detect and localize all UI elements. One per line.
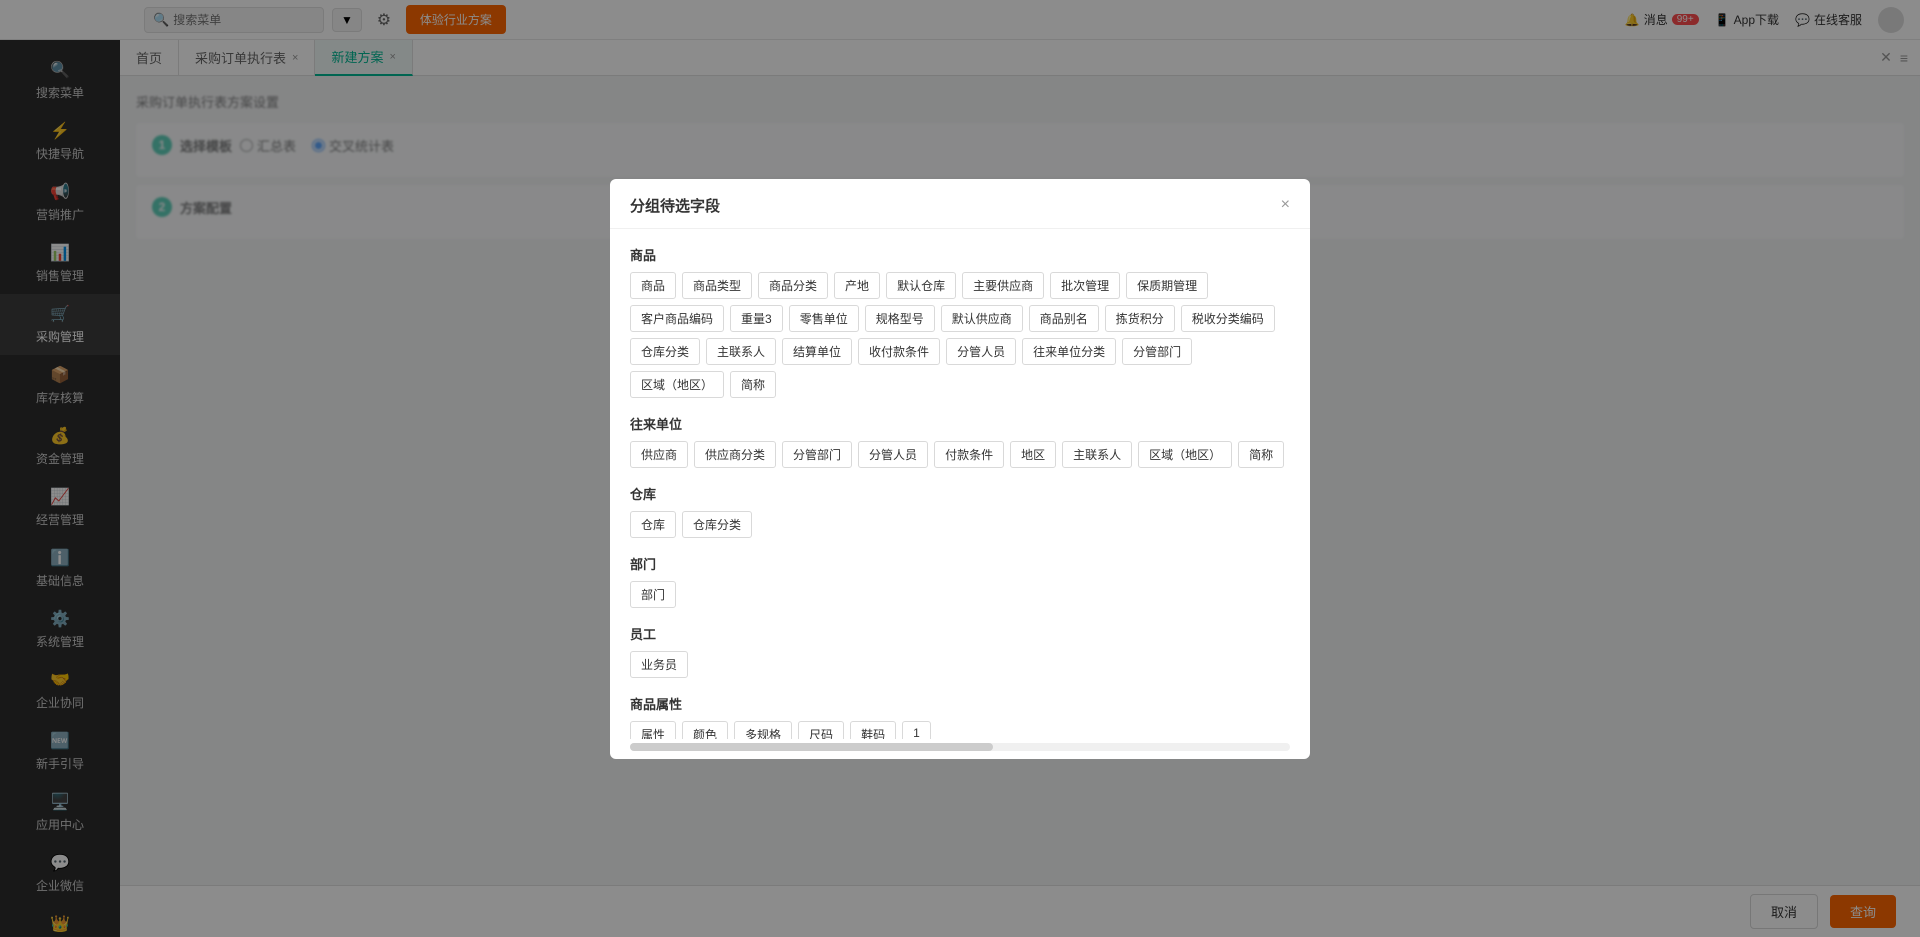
field-tag[interactable]: 仓库分类 [630, 338, 700, 365]
field-tag[interactable]: 供应商 [630, 441, 688, 468]
field-tag[interactable]: 主要供应商 [962, 272, 1044, 299]
field-tag[interactable]: 仓库分类 [682, 511, 752, 538]
field-tag[interactable]: 分管人员 [946, 338, 1016, 365]
field-tag[interactable]: 商品分类 [758, 272, 828, 299]
field-tags: 属性颜色多规格尺码鞋码 1 [630, 721, 1290, 739]
field-tag[interactable]: 业务员 [630, 651, 688, 678]
field-tag[interactable]: 主联系人 [706, 338, 776, 365]
field-tag[interactable]: 供应商分类 [694, 441, 776, 468]
field-group-title: 员工 [630, 624, 1290, 643]
field-tag[interactable]: 鞋码 [850, 721, 896, 739]
field-group-title: 部门 [630, 554, 1290, 573]
field-tag[interactable]: 付款条件 [934, 441, 1004, 468]
field-tag[interactable]: 拣货积分 [1105, 305, 1175, 332]
field-group-title: 商品 [630, 245, 1290, 264]
field-tag[interactable]: 仓库 [630, 511, 676, 538]
field-tag[interactable]: 零售单位 [789, 305, 859, 332]
modal-body: 商品商品商品类型商品分类产地默认仓库主要供应商批次管理保质期管理客户商品编码重量… [610, 229, 1310, 739]
field-tag[interactable]: 地区 [1010, 441, 1056, 468]
field-tag[interactable]: 部门 [630, 581, 676, 608]
field-tag[interactable]: 简称 [1238, 441, 1284, 468]
modal: 分组待选字段 × 商品商品商品类型商品分类产地默认仓库主要供应商批次管理保质期管… [610, 179, 1310, 759]
field-tag[interactable]: 颜色 [682, 721, 728, 739]
field-group-部门: 部门部门 [630, 554, 1290, 608]
modal-overlay: 分组待选字段 × 商品商品商品类型商品分类产地默认仓库主要供应商批次管理保质期管… [0, 0, 1920, 937]
field-tag[interactable]: 商品 [630, 272, 676, 299]
field-tags: 供应商供应商分类分管部门分管人员付款条件地区主联系人区域（地区）简称 [630, 441, 1290, 468]
field-tag[interactable]: 简称 [730, 371, 776, 398]
field-group-商品属性: 商品属性属性颜色多规格尺码鞋码 1 [630, 694, 1290, 739]
field-tag[interactable]: 区域（地区） [630, 371, 724, 398]
scrollbar-thumb[interactable] [630, 743, 993, 751]
field-tag[interactable]: 分管部门 [782, 441, 852, 468]
field-group-title: 仓库 [630, 484, 1290, 503]
field-tag[interactable]: 默认仓库 [886, 272, 956, 299]
field-tag[interactable]: 多规格 [734, 721, 792, 739]
field-tag[interactable]: 结算单位 [782, 338, 852, 365]
field-tag[interactable]: 分管部门 [1122, 338, 1192, 365]
field-group-title: 往来单位 [630, 414, 1290, 433]
field-tags: 部门 [630, 581, 1290, 608]
field-tags: 业务员 [630, 651, 1290, 678]
field-tags: 商品商品类型商品分类产地默认仓库主要供应商批次管理保质期管理客户商品编码重量3零… [630, 272, 1290, 398]
field-tag[interactable]: 批次管理 [1050, 272, 1120, 299]
field-tag[interactable]: 收付款条件 [858, 338, 940, 365]
field-group-title: 商品属性 [630, 694, 1290, 713]
field-group-商品: 商品商品商品类型商品分类产地默认仓库主要供应商批次管理保质期管理客户商品编码重量… [630, 245, 1290, 398]
field-tag[interactable]: 主联系人 [1062, 441, 1132, 468]
field-group-员工: 员工业务员 [630, 624, 1290, 678]
field-tag[interactable]: 区域（地区） [1138, 441, 1232, 468]
field-tag[interactable]: 客户商品编码 [630, 305, 724, 332]
field-tag[interactable]: 尺码 [798, 721, 844, 739]
field-tag[interactable]: 规格型号 [865, 305, 935, 332]
field-tag[interactable]: 商品类型 [682, 272, 752, 299]
field-tag[interactable]: 1 [902, 721, 931, 739]
field-tags: 仓库仓库分类 [630, 511, 1290, 538]
field-tag[interactable]: 默认供应商 [941, 305, 1023, 332]
field-tag[interactable]: 保质期管理 [1126, 272, 1208, 299]
field-tag[interactable]: 商品别名 [1029, 305, 1099, 332]
modal-header: 分组待选字段 × [610, 179, 1310, 229]
modal-close-button[interactable]: × [1281, 196, 1290, 214]
field-tag[interactable]: 属性 [630, 721, 676, 739]
field-group-往来单位: 往来单位供应商供应商分类分管部门分管人员付款条件地区主联系人区域（地区）简称 [630, 414, 1290, 468]
field-tag[interactable]: 产地 [834, 272, 880, 299]
field-tag[interactable]: 往来单位分类 [1022, 338, 1116, 365]
field-tag[interactable]: 税收分类编码 [1181, 305, 1275, 332]
modal-title: 分组待选字段 [630, 195, 720, 216]
field-tag[interactable]: 分管人员 [858, 441, 928, 468]
field-tag[interactable]: 重量3 [730, 305, 783, 332]
scrollbar-track[interactable] [630, 743, 1290, 751]
field-group-仓库: 仓库仓库仓库分类 [630, 484, 1290, 538]
